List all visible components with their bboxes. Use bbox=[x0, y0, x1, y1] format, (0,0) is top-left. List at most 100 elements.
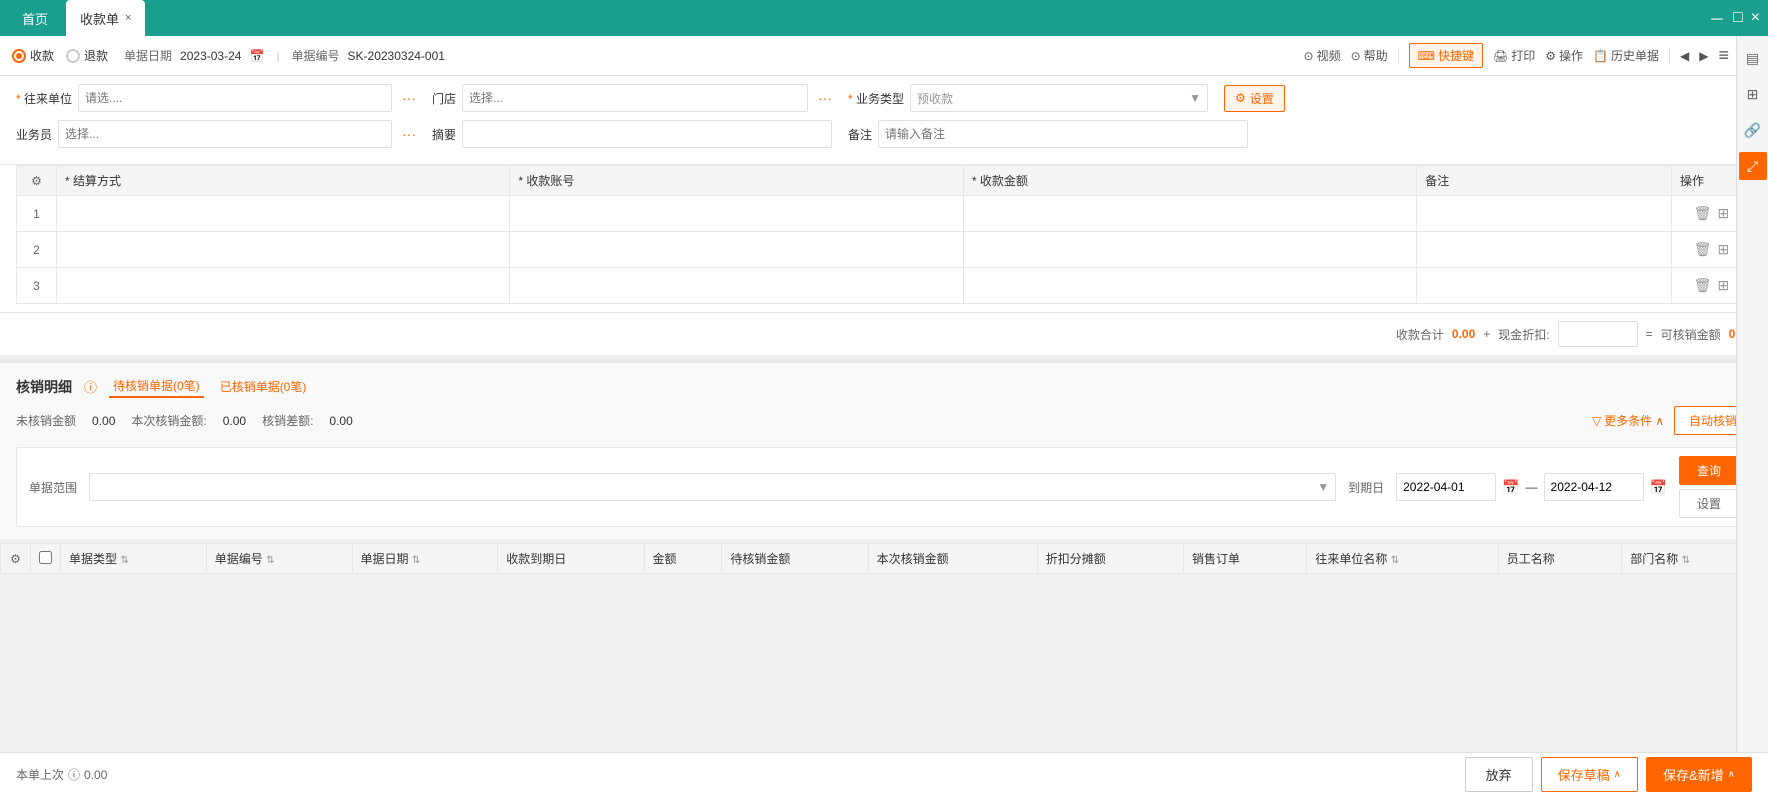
reconcile-info-icon[interactable]: ⓘ bbox=[84, 377, 97, 396]
btn-next[interactable]: ▶ bbox=[1699, 49, 1708, 63]
row-2-amount[interactable] bbox=[963, 232, 1416, 268]
btn-video[interactable]: ⊙ 视频 bbox=[1304, 47, 1341, 64]
radio-refund-dot bbox=[66, 49, 80, 63]
range-select-arrow: ▼ bbox=[1317, 480, 1329, 494]
bottom-table-settings-icon[interactable]: ⚙ bbox=[10, 552, 21, 566]
footer: 本单上次 ⓘ 0.00 放弃 保存草稿 ∧ 保存&新增 ∧ bbox=[0, 752, 1768, 796]
doc-type-sort-icon[interactable]: ⇅ bbox=[120, 555, 128, 566]
btn-history[interactable]: 📋 历史单据 bbox=[1593, 47, 1659, 64]
sidebar-icon-3[interactable]: 🔗 bbox=[1739, 116, 1767, 144]
row-3-settlement[interactable] bbox=[57, 268, 510, 304]
partner-more-icon[interactable]: ··· bbox=[402, 90, 416, 106]
staff-label: 业务员 bbox=[16, 126, 52, 143]
table-settings-icon[interactable]: ⚙ bbox=[31, 174, 42, 188]
due-date-to[interactable] bbox=[1544, 473, 1644, 501]
row-2-account[interactable] bbox=[510, 232, 963, 268]
radio-receipt[interactable]: 收款 bbox=[12, 47, 54, 64]
discount-input[interactable] bbox=[1558, 321, 1638, 347]
abandon-button[interactable]: 放弃 bbox=[1465, 757, 1533, 792]
row-1-delete-icon[interactable]: 🗑 bbox=[1694, 205, 1712, 222]
row-3-account[interactable] bbox=[510, 268, 963, 304]
sidebar-icon-4[interactable]: ⤢ bbox=[1739, 152, 1767, 180]
tab-home[interactable]: 首页 bbox=[8, 0, 62, 36]
shop-more-icon[interactable]: ··· bbox=[818, 90, 832, 106]
row-3-notes[interactable] bbox=[1417, 268, 1672, 304]
doc-num-sort-icon[interactable]: ⇅ bbox=[266, 555, 274, 566]
summary-row: 收款合计 0.00 + 现金折扣: = 可核销金额 0.00 bbox=[0, 312, 1768, 355]
shop-input[interactable] bbox=[462, 84, 808, 112]
col-due-date: 收款到期日 bbox=[498, 544, 644, 574]
window-close[interactable]: × bbox=[1751, 9, 1760, 27]
row-3-delete-icon[interactable]: 🗑 bbox=[1694, 277, 1712, 294]
col-sales-order: 销售订单 bbox=[1183, 544, 1306, 574]
save-new-button[interactable]: 保存&新增 ∧ bbox=[1646, 757, 1752, 792]
radio-refund-label: 退款 bbox=[84, 47, 108, 64]
sidebar-icon-2[interactable]: ⊞ bbox=[1739, 80, 1767, 108]
row-2-copy-icon[interactable]: ⊞ bbox=[1718, 241, 1730, 258]
row-2-delete-icon[interactable]: 🗑 bbox=[1694, 241, 1712, 258]
btn-prev[interactable]: ◀ bbox=[1680, 49, 1689, 63]
save-draft-button[interactable]: 保存草稿 ∧ bbox=[1541, 757, 1638, 792]
limit-info-icon[interactable]: ⓘ bbox=[68, 766, 80, 783]
btn-ops[interactable]: ⚙ 操作 bbox=[1545, 47, 1583, 64]
staff-more-icon[interactable]: ··· bbox=[402, 126, 416, 142]
stats-row: 未核销金额 0.00 本次核销金额: 0.00 核销差额: 0.00 ▽ 更多条… bbox=[16, 406, 1752, 435]
doc-date-sort-icon[interactable]: ⇅ bbox=[412, 555, 420, 566]
row-1-amount[interactable] bbox=[963, 196, 1416, 232]
partner-sort-icon[interactable]: ⇅ bbox=[1391, 555, 1399, 566]
biz-type-select[interactable]: 预收款 ▼ bbox=[910, 84, 1208, 112]
btn-list[interactable]: ≡ bbox=[1718, 45, 1729, 66]
dept-sort-icon[interactable]: ⇅ bbox=[1682, 555, 1690, 566]
row-2-settlement[interactable] bbox=[57, 232, 510, 268]
partner-label: * 往来单位 bbox=[16, 90, 72, 107]
calendar-from-icon[interactable]: 📅 bbox=[1502, 479, 1519, 496]
select-all-checkbox[interactable] bbox=[39, 551, 52, 564]
reconcile-settings-button[interactable]: 设置 bbox=[1679, 489, 1739, 518]
btn-shortcut[interactable]: ⌨ 快捷键 bbox=[1409, 43, 1483, 68]
row-2-notes[interactable] bbox=[1417, 232, 1672, 268]
radio-receipt-dot bbox=[12, 49, 26, 63]
due-date-label: 到期日 bbox=[1348, 479, 1384, 496]
tab-pending[interactable]: 待核销单据(0笔) bbox=[109, 375, 204, 398]
discount-label: 现金折扣: bbox=[1498, 326, 1549, 343]
tab-close-icon[interactable]: × bbox=[125, 12, 131, 24]
reconcile-section: 核销明细 ⓘ 待核销单据(0笔) 已核销单据(0笔) 未核销金额 0.00 本次… bbox=[0, 359, 1768, 539]
toolbar-divider2 bbox=[1669, 48, 1670, 64]
filter-icon: ▽ bbox=[1592, 414, 1601, 428]
col-doc-num: 单据编号 ⇅ bbox=[206, 544, 352, 574]
notes-input[interactable] bbox=[878, 120, 1248, 148]
range-select[interactable]: ▼ bbox=[89, 473, 1336, 501]
staff-input[interactable] bbox=[58, 120, 392, 148]
summary-input[interactable] bbox=[462, 120, 832, 148]
biz-type-field: * 业务类型 预收款 ▼ bbox=[848, 84, 1208, 112]
row-1-account[interactable] bbox=[510, 196, 963, 232]
this-time-label: 本次核销金额: bbox=[131, 412, 206, 429]
tab-active[interactable]: 收款单 × bbox=[66, 0, 145, 36]
radio-refund[interactable]: 退款 bbox=[66, 47, 108, 64]
col-notes: 备注 bbox=[1417, 166, 1672, 196]
window-minimize[interactable]: － bbox=[1709, 6, 1725, 30]
row-3-amount[interactable] bbox=[963, 268, 1416, 304]
print-icon: 🖨 bbox=[1493, 49, 1508, 63]
col-doc-type: 单据类型 ⇅ bbox=[61, 544, 207, 574]
tab-done[interactable]: 已核销单据(0笔) bbox=[216, 376, 311, 397]
col-discount: 折扣分摊额 bbox=[1037, 544, 1183, 574]
radio-receipt-label: 收款 bbox=[30, 47, 54, 64]
due-date-from[interactable] bbox=[1396, 473, 1496, 501]
calendar-to-icon[interactable]: 📅 bbox=[1650, 479, 1667, 496]
settings-button[interactable]: ⚙ 设置 bbox=[1224, 85, 1285, 112]
btn-print[interactable]: 🖨 打印 bbox=[1493, 47, 1535, 64]
more-filter-btn[interactable]: ▽ 更多条件 ∧ bbox=[1592, 412, 1664, 429]
sidebar-icon-1[interactable]: ▤ bbox=[1739, 44, 1767, 72]
row-3-copy-icon[interactable]: ⊞ bbox=[1718, 277, 1730, 294]
date-value: 2023-03-24 bbox=[180, 49, 241, 63]
partner-input[interactable] bbox=[78, 84, 392, 112]
save-draft-arrow-icon: ∧ bbox=[1614, 769, 1621, 780]
row-1-copy-icon[interactable]: ⊞ bbox=[1718, 205, 1730, 222]
btn-help[interactable]: ⊙ 帮助 bbox=[1351, 47, 1388, 64]
row-1-notes[interactable] bbox=[1417, 196, 1672, 232]
query-button[interactable]: 查询 bbox=[1679, 456, 1739, 485]
row-1-settlement[interactable] bbox=[57, 196, 510, 232]
calendar-icon[interactable]: 📅 bbox=[249, 49, 264, 63]
window-maximize[interactable]: □ bbox=[1733, 9, 1743, 27]
